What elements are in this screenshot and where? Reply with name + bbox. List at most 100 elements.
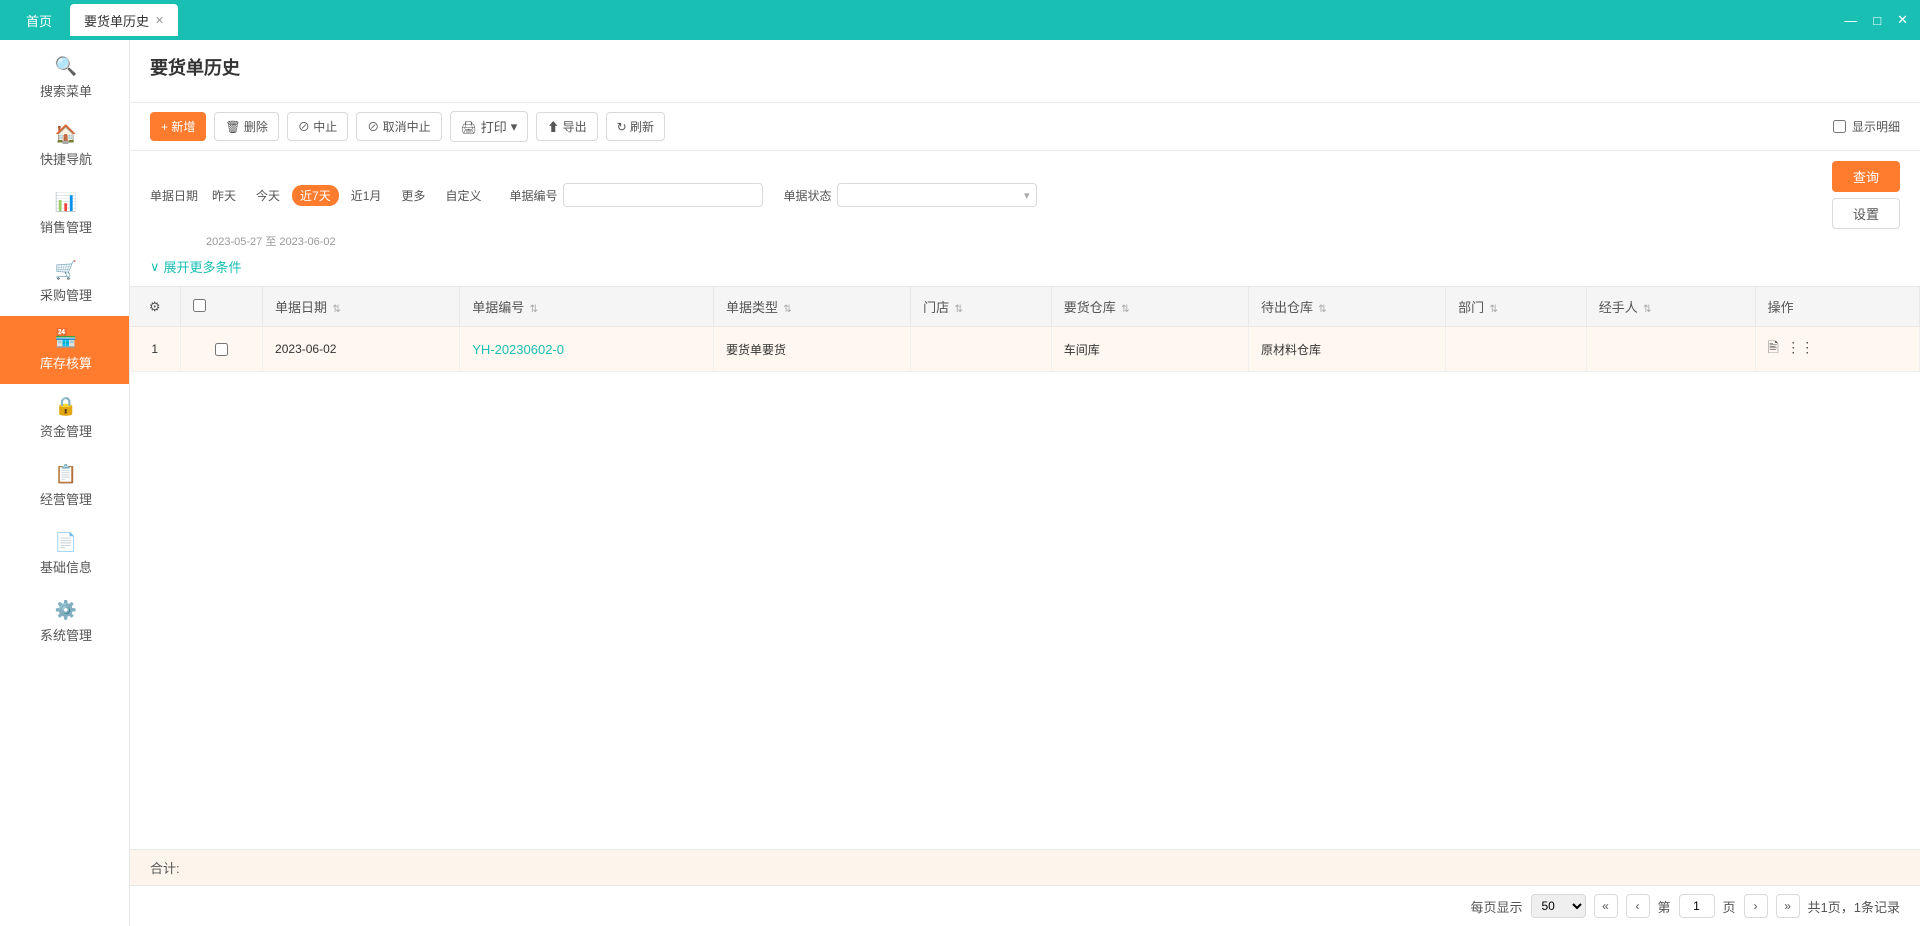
last-page-button[interactable]: » — [1776, 894, 1800, 918]
doc-type-sort-icon[interactable]: ⇅ — [783, 304, 791, 315]
sales-mgmt-icon: 📊 — [55, 192, 77, 213]
sidebar-item-search-menu[interactable]: 🔍 搜索菜单 — [0, 44, 129, 112]
toolbar: + 新增 🗑 删除 ⊘ 中止 ⊘ 取消中止 🖨 打印 ▾ ⬆ 导出 ↻ 刷新 显… — [130, 103, 1920, 151]
th-operation-label: 操作 — [1768, 300, 1794, 315]
doc-no-input[interactable] — [563, 183, 763, 207]
doc-no-filter: 单据编号 — [509, 183, 763, 207]
system-mgmt-icon: ⚙️ — [55, 600, 77, 621]
page-size-select[interactable]: 20 50 100 — [1531, 894, 1586, 918]
first-page-button[interactable]: « — [1594, 894, 1618, 918]
sidebar-item-purchase-mgmt[interactable]: 🛒 采购管理 — [0, 248, 129, 316]
th-doc-type: 单据类型 ⇅ — [713, 287, 910, 327]
pending-warehouse-sort-icon[interactable]: ⇅ — [1318, 304, 1326, 315]
td-handler — [1586, 327, 1755, 372]
sidebar-item-operation-label: 经营管理 — [40, 489, 92, 508]
expand-more-label: 展开更多条件 — [164, 257, 242, 276]
req-warehouse-sort-icon[interactable]: ⇅ — [1121, 304, 1129, 315]
tab-requisition-label: 要货单历史 — [84, 11, 149, 30]
more-op-icon[interactable]: ⋮⋮ — [1786, 339, 1814, 355]
filter-area: 单据日期 昨天 今天 近7天 近1月 更多 自定义 单据编号 — [130, 151, 1920, 287]
print-label: 🖨 打印 — [461, 117, 507, 136]
purchase-mgmt-icon: 🛒 — [55, 260, 77, 281]
doc-no-label: 单据编号 — [509, 187, 557, 204]
sidebar-item-basic-info[interactable]: 📄 基础信息 — [0, 520, 129, 588]
quick-nav-icon: 🏠 — [55, 124, 77, 145]
status-filter: 单据状态 ▾ — [783, 183, 1037, 207]
doc-date-sort-icon[interactable]: ⇅ — [332, 304, 340, 315]
table-area: ⚙ 单据日期 ⇅ 单据编号 ⇅ — [130, 287, 1920, 849]
data-table: ⚙ 单据日期 ⇅ 单据编号 ⇅ — [130, 287, 1920, 372]
sidebar-item-inventory-label: 库存核算 — [40, 353, 92, 372]
filter-row: 单据日期 昨天 今天 近7天 近1月 更多 自定义 单据编号 — [150, 161, 1900, 229]
department-sort-icon[interactable]: ⇅ — [1489, 304, 1497, 315]
new-button[interactable]: + 新增 — [150, 112, 206, 141]
page-no-input[interactable] — [1679, 894, 1715, 918]
page-title: 要货单历史 — [150, 54, 1900, 80]
window-maximize-icon[interactable]: □ — [1873, 13, 1881, 28]
next-page-button[interactable]: › — [1744, 894, 1768, 918]
tab-close-icon[interactable]: ✕ — [155, 14, 164, 27]
window-minimize-icon[interactable]: — — [1844, 13, 1857, 28]
table-row: 1 2023-06-02 YH-20230602-0 要货单要货 — [130, 327, 1920, 372]
app-container: 首页 要货单历史 ✕ — □ ✕ 🔍 搜索菜单 🏠 快捷导航 📊 销售管理 — [0, 0, 1920, 926]
sidebar-item-finance-mgmt[interactable]: 🔒 资金管理 — [0, 384, 129, 452]
stop-button[interactable]: ⊘ 中止 — [287, 112, 348, 141]
expand-more[interactable]: ∨ 展开更多条件 — [150, 257, 1900, 276]
toolbar-right: 显示明细 — [1833, 118, 1900, 135]
window-close-icon[interactable]: ✕ — [1897, 12, 1908, 28]
query-button[interactable]: 查询 — [1832, 161, 1900, 192]
pagination: 每页显示 20 50 100 « ‹ 第 页 › » 共1页，1条记录 — [130, 885, 1920, 926]
td-req-warehouse: 车间库 — [1051, 327, 1248, 372]
date-btn-custom[interactable]: 自定义 — [437, 185, 489, 206]
sidebar-item-search-menu-label: 搜索菜单 — [40, 81, 92, 100]
th-pending-warehouse: 待出仓库 ⇅ — [1248, 287, 1445, 327]
date-range-display: 2023-05-27 至 2023-06-02 — [150, 233, 1900, 249]
show-detail-checkbox[interactable] — [1833, 120, 1846, 133]
th-settings[interactable]: ⚙ — [130, 287, 180, 327]
page-header: 要货单历史 — [130, 40, 1920, 103]
handler-sort-icon[interactable]: ⇅ — [1643, 304, 1651, 315]
date-filter-options: 昨天 今天 近7天 近1月 更多 自定义 — [204, 185, 489, 206]
print-button[interactable]: 🖨 打印 ▾ — [450, 111, 529, 142]
sidebar-item-system-mgmt[interactable]: ⚙️ 系统管理 — [0, 588, 129, 656]
sidebar-item-inventory[interactable]: 🏪 库存核算 — [0, 316, 129, 384]
date-btn-today[interactable]: 今天 — [248, 185, 288, 206]
page-unit-label: 页 — [1723, 897, 1736, 916]
store-sort-icon[interactable]: ⇅ — [954, 304, 962, 315]
date-btn-yesterday[interactable]: 昨天 — [204, 185, 244, 206]
main-layout: 🔍 搜索菜单 🏠 快捷导航 📊 销售管理 🛒 采购管理 🏪 库存核算 🔒 — [0, 40, 1920, 926]
search-menu-icon: 🔍 — [55, 56, 77, 77]
doc-no-link[interactable]: YH-20230602-0 — [472, 342, 564, 357]
sidebar-item-quick-nav[interactable]: 🏠 快捷导航 — [0, 112, 129, 180]
top-bar-right: — □ ✕ — [1844, 12, 1908, 28]
setting-button[interactable]: 设置 — [1832, 198, 1900, 229]
prev-page-button[interactable]: ‹ — [1626, 894, 1650, 918]
select-all-checkbox[interactable] — [193, 299, 206, 312]
settings-icon[interactable]: ⚙ — [149, 299, 161, 314]
date-btn-more[interactable]: 更多 — [393, 185, 433, 206]
export-button[interactable]: ⬆ 导出 — [536, 112, 597, 141]
sidebar-item-sales-mgmt[interactable]: 📊 销售管理 — [0, 180, 129, 248]
view-op-icon[interactable]: 🖹 — [1768, 339, 1779, 355]
status-select[interactable] — [837, 183, 1037, 207]
tab-requisition-history[interactable]: 要货单历史 ✕ — [70, 4, 178, 36]
delete-button[interactable]: 🗑 删除 — [214, 112, 279, 141]
table-footer: 合计: — [130, 849, 1920, 885]
th-pending-warehouse-label: 待出仓库 — [1261, 300, 1313, 315]
sidebar-item-quick-nav-label: 快捷导航 — [40, 149, 92, 168]
tab-home[interactable]: 首页 — [12, 4, 66, 36]
row-checkbox[interactable] — [215, 343, 228, 356]
content-area: 要货单历史 + 新增 🗑 删除 ⊘ 中止 ⊘ 取消中止 🖨 打印 ▾ ⬆ 导出 … — [130, 40, 1920, 926]
tab-home-label: 首页 — [26, 11, 52, 30]
date-btn-7days[interactable]: 近7天 — [292, 185, 339, 206]
operation-mgmt-icon: 📋 — [55, 464, 77, 485]
date-btn-1month[interactable]: 近1月 — [343, 185, 390, 206]
sidebar-item-sales-label: 销售管理 — [40, 217, 92, 236]
refresh-button[interactable]: ↻ 刷新 — [606, 112, 665, 141]
sidebar-item-basic-label: 基础信息 — [40, 557, 92, 576]
cancel-stop-button[interactable]: ⊘ 取消中止 — [356, 112, 441, 141]
doc-no-sort-icon[interactable]: ⇅ — [530, 304, 538, 315]
sidebar-item-operation-mgmt[interactable]: 📋 经营管理 — [0, 452, 129, 520]
th-store: 门店 ⇅ — [911, 287, 1052, 327]
td-checkbox — [180, 327, 263, 372]
